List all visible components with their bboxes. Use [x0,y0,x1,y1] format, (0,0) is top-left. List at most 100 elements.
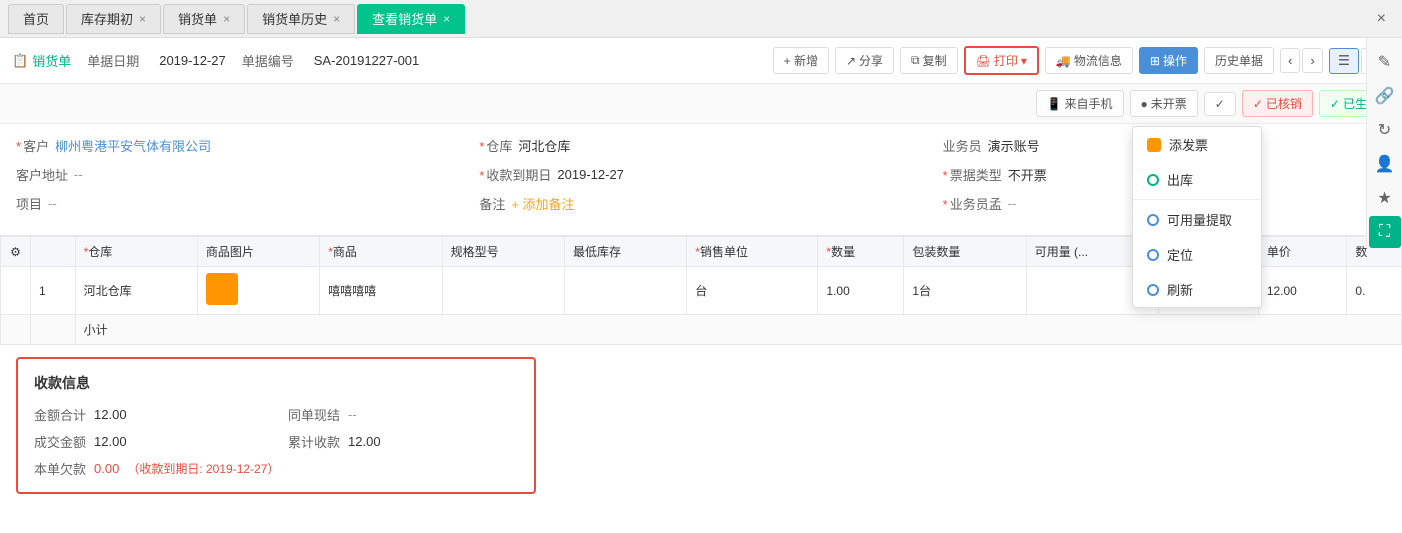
customer-value[interactable]: 柳州粤港平安气体有限公司 [55,136,211,155]
row-min-stock [564,267,686,315]
product-image [206,273,238,305]
add-note-button[interactable]: + 添加备注 [511,194,574,213]
copy-button[interactable]: ⧉ 复制 [900,47,958,74]
star-sidebar-icon[interactable]: ★ [1369,182,1401,214]
sales-staff-value: -- [1008,196,1017,211]
tab-inventory-close[interactable]: × [139,12,146,26]
cancel-badge[interactable]: ✓ 已核销 [1242,90,1313,117]
col-quantity: *数量 [818,237,904,267]
transaction-amount-value: 12.00 [94,434,127,449]
tab-sales-close[interactable]: × [223,12,230,26]
tab-home[interactable]: 首页 [8,4,64,34]
staff-label: 业务员 [943,136,982,155]
subtotal-gear [1,315,31,345]
history-button[interactable]: 历史单据 [1204,47,1274,74]
dropdown-available[interactable]: 可用量提取 [1133,202,1261,237]
project-value: -- [48,196,57,211]
prev-button[interactable]: ‹ [1280,48,1300,73]
expand-sidebar-icon[interactable]: ⛶ [1369,216,1401,248]
same-order-value: -- [348,407,357,422]
col-seq [31,237,76,267]
owe-row: 本单欠款 0.00 （收款到期日: 2019-12-27） [34,459,518,478]
logistics-button[interactable]: 🚚 物流信息 [1045,47,1133,74]
date-value: 2019-12-27 [159,53,226,68]
tab-history-close[interactable]: × [333,12,340,26]
project-field: 项目 -- [16,194,459,213]
owe-value: 0.00 [94,461,119,476]
col-gear[interactable]: ⚙ [1,237,31,267]
print-button[interactable]: 🖨 打印 ▾ [964,46,1039,75]
print-dropdown-arrow: ▾ [1021,54,1027,68]
col-min-stock: 最低库存 [564,237,686,267]
dropdown-locate[interactable]: 定位 [1133,237,1261,272]
project-label: 项目 [16,194,42,213]
row-gear[interactable] [1,267,31,315]
add-invoice-icon [1147,138,1161,152]
payment-date-value: 2019-12-27 [557,167,624,182]
from-phone-button[interactable]: 📱 来自手机 [1036,90,1124,117]
refresh-label: 刷新 [1167,280,1193,299]
not-open-label: 未开票 [1151,95,1187,112]
refresh-sidebar-icon[interactable]: ↻ [1369,114,1401,146]
dropdown-refresh[interactable]: 刷新 [1133,272,1261,307]
dropdown-add-invoice[interactable]: 添发票 [1133,127,1261,162]
ops-button[interactable]: ⊞ 操作 [1139,47,1198,74]
tab-check-sales-label: 查看销货单 [372,9,437,28]
list-view-button[interactable]: ☰ [1329,48,1359,74]
window-close-button[interactable]: × [1369,10,1394,28]
doc-meta: 单据日期 2019-12-27 单据编号 SA-20191227-001 [87,51,772,70]
ops-icon: ⊞ [1150,54,1160,68]
row-quantity: 1.00 [818,267,904,315]
tab-history[interactable]: 销货单历史 × [247,4,355,34]
logistics-label: 物流信息 [1074,52,1122,69]
not-open-button[interactable]: ● 未开票 [1130,90,1198,117]
date-label: 单据日期 [87,51,139,70]
owe-label: 本单欠款 [34,459,86,478]
col-spec: 规格型号 [442,237,564,267]
outbound-label: 出库 [1167,170,1193,189]
tab-sales[interactable]: 销货单 × [163,4,245,34]
confirm-button[interactable]: ✓ [1204,92,1236,116]
tab-check-sales[interactable]: 查看销货单 × [357,4,465,34]
next-button[interactable]: › [1302,48,1322,73]
row-product-img [197,267,319,315]
new-button[interactable]: + 新增 [773,47,829,74]
tab-inventory-label: 库存期初 [81,9,133,28]
cumulative-value: 12.00 [348,434,381,449]
cancel-label: 已核销 [1266,95,1302,112]
customer-label: 客户 [16,136,49,155]
share-button[interactable]: ↗ 分享 [835,47,894,74]
number-label: 单据编号 [242,51,294,70]
dropdown-outbound[interactable]: 出库 [1133,162,1261,197]
available-icon [1147,214,1159,226]
col-unit-price: 单价 [1258,237,1347,267]
edit-sidebar-icon[interactable]: ✎ [1369,46,1401,78]
same-order-row: 同单现结 -- [288,405,518,424]
note-field: 备注 + 添加备注 [479,194,922,213]
tab-history-label: 销货单历史 [262,9,327,28]
address-field: 客户地址 -- [16,165,459,184]
share-label: 分享 [859,52,883,69]
sales-order-icon: 📋 [12,53,28,69]
link-sidebar-icon[interactable]: 🔗 [1369,80,1401,112]
row-unit-price: 12.00 [1258,267,1347,315]
user-sidebar-icon[interactable]: 👤 [1369,148,1401,180]
tab-check-sales-close[interactable]: × [443,12,450,26]
col-warehouse: *仓库 [75,237,197,267]
subtotal-label: 小计 [75,315,1401,345]
ticket-type-label: 票据类型 [943,165,1002,184]
address-value: -- [74,167,83,182]
available-label: 可用量提取 [1167,210,1232,229]
transaction-amount-row: 成交金额 12.00 [34,432,264,451]
staff-value: 演示账号 [988,136,1040,155]
sales-staff-label: 业务员孟 [943,194,1002,213]
doc-actions: + 新增 ↗ 分享 ⧉ 复制 🖨 打印 ▾ 🚚 物流信息 ⊞ 操作 [773,46,1390,75]
row-amount: 0. [1347,267,1402,315]
tab-inventory[interactable]: 库存期初 × [66,4,161,34]
cumulative-row: 累计收款 12.00 [288,432,518,451]
effective-icon: ✓ [1330,97,1340,111]
share-icon: ↗ [846,54,856,68]
row-seq: 1 [31,267,76,315]
address-label: 客户地址 [16,165,68,184]
add-invoice-label: 添发票 [1169,135,1208,154]
